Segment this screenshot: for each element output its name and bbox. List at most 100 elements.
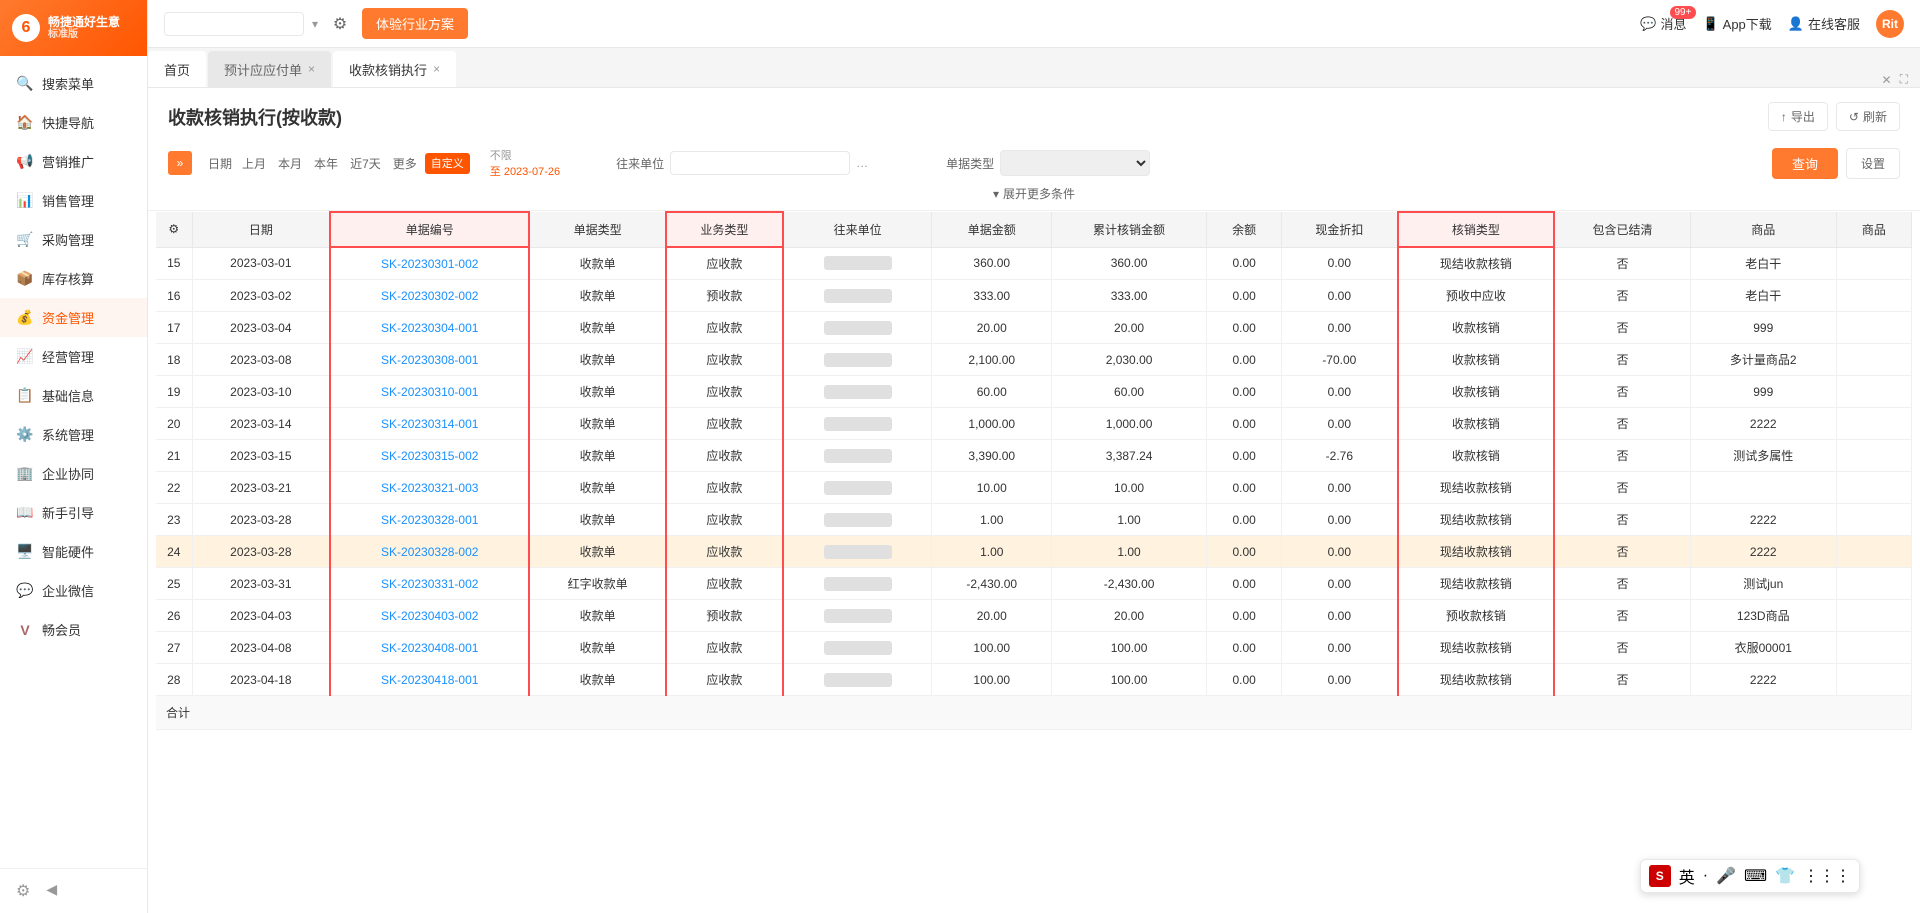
table-cell: 100.00 [1052, 632, 1207, 664]
ime-icon-6[interactable]: ⋮⋮⋮ [1803, 866, 1851, 886]
table-cell[interactable]: SK-20230304-001 [330, 312, 529, 344]
ime-icon-2[interactable]: · [1703, 867, 1708, 885]
col-settings[interactable]: ⚙ [156, 212, 192, 247]
voucher-link[interactable]: SK-20230331-002 [381, 577, 478, 591]
table-cell[interactable]: SK-20230328-002 [330, 536, 529, 568]
voucher-link[interactable]: SK-20230408-001 [381, 641, 478, 655]
voucher-link[interactable]: SK-20230304-001 [381, 321, 478, 335]
table-cell[interactable]: SK-20230315-002 [330, 440, 529, 472]
table-cell: 1,000.00 [1052, 408, 1207, 440]
message-btn[interactable]: 💬 消息 99+ [1640, 14, 1686, 33]
sidebar-item-member[interactable]: V 畅会员 [0, 610, 147, 649]
voucher-link[interactable]: SK-20230310-001 [381, 385, 478, 399]
voucher-link[interactable]: SK-20230301-002 [381, 257, 478, 271]
sidebar-item-quick[interactable]: 🏠 快捷导航 [0, 103, 147, 142]
tab-pending[interactable]: 预计应应付单 × [208, 51, 331, 87]
sidebar-item-wechat[interactable]: 💬 企业微信 [0, 571, 147, 610]
table-cell[interactable]: SK-20230308-001 [330, 344, 529, 376]
custom-btn[interactable]: 自定义 [425, 153, 470, 174]
refresh-btn[interactable]: ↺ 刷新 [1836, 102, 1900, 131]
table-cell: 否 [1554, 504, 1690, 536]
settings-btn[interactable]: 设置 [1846, 148, 1900, 179]
this-year-btn[interactable]: 本年 [310, 153, 342, 174]
table-cell[interactable]: SK-20230328-001 [330, 504, 529, 536]
recent7-btn[interactable]: 近7天 [346, 153, 385, 174]
table-cell: 18 [156, 344, 192, 376]
table-cell[interactable]: SK-20230408-001 [330, 632, 529, 664]
voucher-link[interactable]: SK-20230321-003 [381, 481, 478, 495]
sidebar-item-corp[interactable]: 🏢 企业协同 [0, 454, 147, 493]
logo: 6 畅捷通好生意 标准版 [0, 0, 147, 56]
tab-home[interactable]: 首页 [148, 51, 206, 87]
sidebar-item-sales[interactable]: 📊 销售管理 [0, 181, 147, 220]
sidebar-item-hardware[interactable]: 🖥️ 智能硬件 [0, 532, 147, 571]
ime-icon-5[interactable]: 👕 [1775, 866, 1795, 886]
table-cell[interactable]: SK-20230314-001 [330, 408, 529, 440]
export-btn[interactable]: ↑ 导出 [1768, 102, 1828, 131]
app-download-btn[interactable]: 📱 App下载 [1702, 14, 1771, 33]
tab-collection[interactable]: 收款核销执行 × [333, 51, 456, 87]
col-cumulative: 累计核销金额 [1052, 212, 1207, 247]
voucher-link[interactable]: SK-20230308-001 [381, 353, 478, 367]
voucher-link[interactable]: SK-20230328-001 [381, 513, 478, 527]
voucher-link[interactable]: SK-20230418-001 [381, 673, 478, 687]
table-cell[interactable]: SK-20230321-003 [330, 472, 529, 504]
table-cell: ████████ [783, 568, 932, 600]
sidebar-item-ops[interactable]: 📈 经营管理 [0, 337, 147, 376]
topbar-gear-icon[interactable]: ⚙ [326, 10, 354, 38]
ime-icon-4[interactable]: ⌨ [1744, 866, 1767, 886]
query-btn[interactable]: 查询 [1772, 148, 1838, 179]
table-cell[interactable]: SK-20230310-001 [330, 376, 529, 408]
voucher-type-select[interactable] [1000, 150, 1150, 176]
table-cell: 现结收款核销 [1398, 536, 1555, 568]
prev-month-btn[interactable]: 上月 [238, 153, 270, 174]
industry-btn[interactable]: 体验行业方案 [362, 8, 468, 39]
voucher-link[interactable]: SK-20230328-002 [381, 545, 478, 559]
table-cell[interactable]: SK-20230301-002 [330, 247, 529, 280]
table-cell: 收款核销 [1398, 344, 1555, 376]
sidebar-item-system[interactable]: ⚙️ 系统管理 [0, 415, 147, 454]
table-cell: 否 [1554, 472, 1690, 504]
col-settings-icon[interactable]: ⚙ [168, 222, 179, 236]
tab-pending-close-icon[interactable]: × [308, 62, 315, 76]
table-cell[interactable]: SK-20230418-001 [330, 664, 529, 696]
member-icon: V [16, 621, 34, 639]
this-month-btn[interactable]: 本月 [274, 153, 306, 174]
sidebar-item-guide[interactable]: 📖 新手引导 [0, 493, 147, 532]
sidebar-item-marketing[interactable]: 📢 营销推广 [0, 142, 147, 181]
table-cell [1836, 344, 1911, 376]
table-cell: 20.00 [932, 312, 1052, 344]
table-cell[interactable]: SK-20230302-002 [330, 280, 529, 312]
table-cell[interactable]: SK-20230331-002 [330, 568, 529, 600]
close-window-icon[interactable]: ✕ [1882, 73, 1892, 87]
online-support-btn[interactable]: 👤 在线客服 [1788, 14, 1860, 33]
table-cell: 25 [156, 568, 192, 600]
voucher-link[interactable]: SK-20230314-001 [381, 417, 478, 431]
ime-icon-1[interactable]: 英 [1679, 864, 1695, 888]
ime-icon-3[interactable]: 🎤 [1716, 866, 1736, 886]
sidebar-item-inventory[interactable]: 📦 库存核算 [0, 259, 147, 298]
tab-collection-close-icon[interactable]: × [433, 62, 440, 76]
filter-toggle-btn[interactable]: » [168, 151, 192, 175]
settings-bottom-icon[interactable]: ⚙ [16, 881, 30, 901]
collapse-icon[interactable]: ◀ [46, 881, 57, 901]
voucher-link[interactable]: SK-20230403-002 [381, 609, 478, 623]
more-btn[interactable]: 更多 [389, 153, 421, 174]
table-cell: 现结收款核销 [1398, 504, 1555, 536]
table-cell: 2023-04-03 [192, 600, 330, 632]
sidebar-item-basics[interactable]: 📋 基础信息 [0, 376, 147, 415]
table-cell[interactable]: SK-20230403-002 [330, 600, 529, 632]
voucher-link[interactable]: SK-20230315-002 [381, 449, 478, 463]
sidebar-item-search[interactable]: 🔍 搜索菜单 [0, 64, 147, 103]
table-cell: 现结收款核销 [1398, 247, 1555, 280]
expand-conditions-btn[interactable]: ▾ 展开更多条件 [993, 185, 1075, 202]
sidebar-item-purchase[interactable]: 🛒 采购管理 [0, 220, 147, 259]
table-cell: 收款核销 [1398, 312, 1555, 344]
col-include-settled: 包含已结清 [1554, 212, 1690, 247]
voucher-link[interactable]: SK-20230302-002 [381, 289, 478, 303]
sidebar-item-funds[interactable]: 💰 资金管理 [0, 298, 147, 337]
user-avatar[interactable]: Rit [1876, 10, 1904, 38]
partner-input[interactable] [670, 151, 850, 175]
fullscreen-icon[interactable]: ⛶ [1900, 72, 1908, 87]
search-input[interactable] [164, 12, 304, 36]
